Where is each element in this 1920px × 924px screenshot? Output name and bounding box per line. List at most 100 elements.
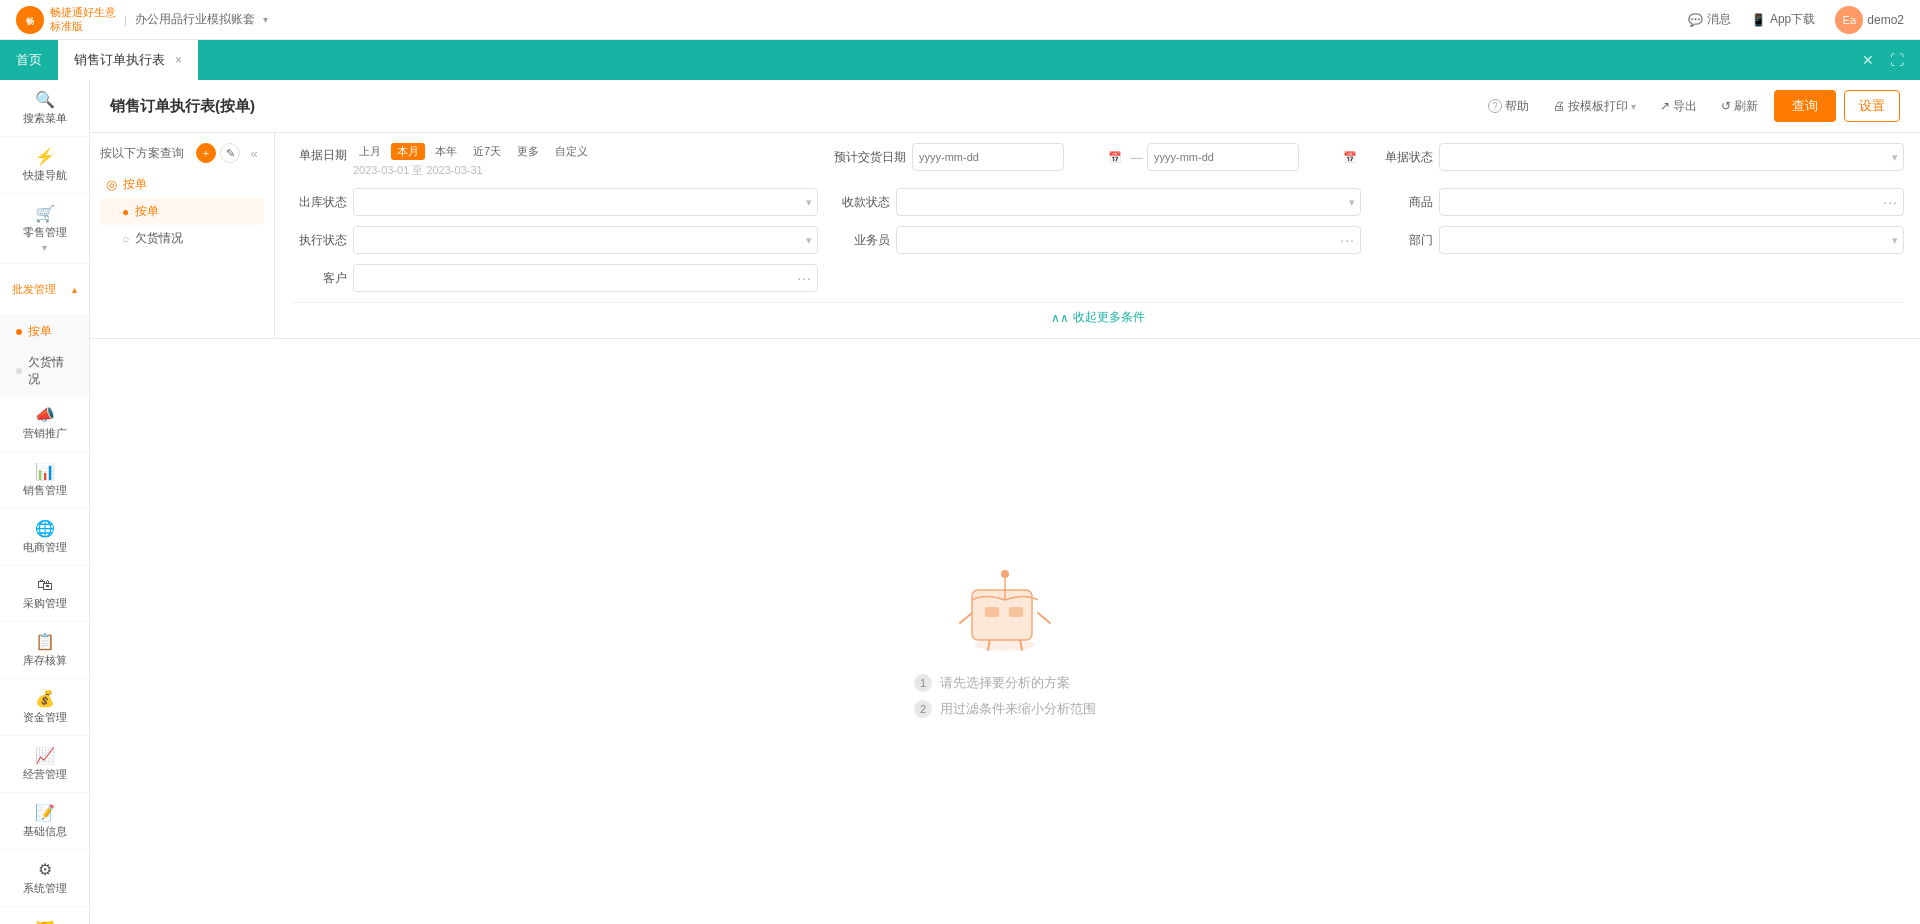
nav-item-quick-nav[interactable]: ⚡ 快捷导航 [0, 137, 89, 194]
tag-last-month[interactable]: 上月 [353, 143, 387, 160]
scheme-item-byorder[interactable]: ◎ 按单 [100, 171, 264, 198]
logo-area: 畅 畅捷通好生意 标准版 [16, 6, 116, 34]
collection-status-dropdown-icon[interactable]: ▾ [1349, 196, 1355, 209]
nav-item-finance[interactable]: 💰 资金管理 [0, 679, 89, 736]
nav-basic-info-label: 基础信息 [23, 824, 67, 839]
department-label: 部门 [1377, 232, 1433, 249]
order-status-dropdown-icon[interactable]: ▾ [1892, 151, 1898, 164]
refresh-button[interactable]: ↺ 刷新 [1713, 94, 1766, 119]
exec-status-dropdown-icon[interactable]: ▾ [806, 234, 812, 247]
expected-date-end[interactable] [1147, 143, 1299, 171]
delivery-status-wrap: ▾ [353, 188, 818, 216]
page-title-bar: 销售订单执行表(按单) ? 帮助 🖨 按模板打印 ▾ ↗ 导出 ↺ 刷新 [90, 80, 1920, 133]
empty-hints: 1 请先选择要分析的方案 2 用过滤条件来缩小分析范围 [914, 674, 1096, 718]
hint-num-1: 1 [914, 674, 932, 692]
goods-label: 商品 [1377, 194, 1433, 211]
retail-icon: 🛒 [35, 204, 55, 223]
setup-button[interactable]: 设置 [1844, 90, 1900, 122]
export-button[interactable]: ↗ 导出 [1652, 94, 1705, 119]
enterprise-icon: 🤝 [35, 917, 55, 924]
scheme-add-btn[interactable]: + [196, 143, 216, 163]
header-left: 畅 畅捷通好生意 标准版 | 办公用品行业模拟账套 ▾ [16, 6, 268, 34]
nav-sub-byorder[interactable]: 按单 [0, 316, 89, 347]
exec-status-label: 执行状态 [291, 232, 347, 249]
tag-last-7days[interactable]: 近7天 [467, 143, 507, 160]
customer-input[interactable] [353, 264, 818, 292]
nav-item-system[interactable]: ⚙ 系统管理 [0, 850, 89, 907]
template-print-label: 按模板打印 [1568, 98, 1628, 115]
nav-item-search[interactable]: 🔍 搜索菜单 [0, 80, 89, 137]
collection-status-wrap: ▾ [896, 188, 1361, 216]
app-download-label: App下载 [1770, 11, 1815, 28]
breadcrumb-text: 办公用品行业模拟账套 [135, 11, 255, 28]
department-dropdown-icon[interactable]: ▾ [1892, 234, 1898, 247]
tab-maximize-icon[interactable]: ⛶ [1886, 50, 1908, 70]
expected-date-end-cal[interactable]: 📅 [1343, 151, 1357, 164]
breadcrumb-dropdown-icon[interactable]: ▾ [263, 14, 268, 25]
marketing-icon: 📣 [35, 405, 55, 424]
collection-status-input[interactable] [896, 188, 1361, 216]
refresh-icon: ↺ [1721, 99, 1731, 113]
nav-sub-owe[interactable]: 欠货情况 [0, 347, 89, 395]
salesperson-input[interactable] [896, 226, 1361, 254]
template-print-button[interactable]: 🖨 按模板打印 ▾ [1545, 94, 1644, 119]
template-print-dropdown-icon[interactable]: ▾ [1631, 101, 1636, 112]
collapse-more-btn[interactable]: ∧∧ 收起更多条件 [291, 302, 1904, 328]
tag-this-year[interactable]: 本年 [429, 143, 463, 160]
user-area[interactable]: Ea demo2 [1835, 6, 1904, 34]
exec-status-input[interactable] [353, 226, 818, 254]
empty-state: 1 请先选择要分析的方案 2 用过滤条件来缩小分析范围 [914, 545, 1096, 718]
nav-search-label: 搜索菜单 [23, 111, 67, 126]
scheme-panel: 按以下方案查询 + ✎ « ◎ 按单 ● 按单 [90, 133, 275, 338]
nav-item-sales-mgmt[interactable]: 📊 销售管理 [0, 452, 89, 509]
salesperson-dots-icon[interactable]: ··· [1340, 232, 1355, 248]
delivery-status-input[interactable] [353, 188, 818, 216]
scheme-sub-byorder-icon: ● [122, 205, 129, 219]
expected-start-wrap: 📅 [912, 143, 1126, 171]
svg-point-2 [975, 639, 1035, 651]
tag-this-month[interactable]: 本月 [391, 143, 425, 160]
expected-date-start[interactable] [912, 143, 1064, 171]
system-icon: ⚙ [38, 860, 52, 879]
goods-dots-icon[interactable]: ··· [1883, 194, 1898, 210]
expected-date-start-cal[interactable]: 📅 [1108, 151, 1122, 164]
order-status-input[interactable] [1439, 143, 1904, 171]
tab-sales-order-exec[interactable]: 销售订单执行表 × [58, 40, 198, 80]
goods-input[interactable] [1439, 188, 1904, 216]
scheme-byorder-icon: ◎ [106, 177, 117, 192]
app-download-action[interactable]: 📱 App下载 [1751, 11, 1815, 28]
department-input[interactable] [1439, 226, 1904, 254]
scheme-sub-item-owe[interactable]: ○ 欠货情况 [100, 225, 264, 252]
svg-line-10 [1038, 613, 1050, 623]
owe-dot [16, 368, 22, 374]
nav-item-marketing[interactable]: 📣 营销推广 [0, 395, 89, 452]
tab-close-window-icon[interactable]: ✕ [1858, 50, 1878, 70]
customer-dots-icon[interactable]: ··· [797, 270, 812, 286]
nav-item-basic-info[interactable]: 📝 基础信息 [0, 793, 89, 850]
nav-item-inventory[interactable]: 📋 库存核算 [0, 622, 89, 679]
scheme-sub-item-byorder[interactable]: ● 按单 [100, 198, 264, 225]
expected-date-field: 预计交货日期 📅 — 📅 [834, 143, 1361, 171]
nav-item-purchase[interactable]: 🛍 采购管理 [0, 566, 89, 622]
nav-item-operations[interactable]: 📈 经营管理 [0, 736, 89, 793]
nav-inventory-label: 库存核算 [23, 653, 67, 668]
nav-item-ecommerce[interactable]: 🌐 电商管理 [0, 509, 89, 566]
finance-icon: 💰 [35, 689, 55, 708]
scheme-collapse-btn[interactable]: « [244, 143, 264, 163]
nav-item-retail[interactable]: 🛒 零售管理 ▾ [0, 194, 89, 264]
order-status-label: 单据状态 [1377, 149, 1433, 166]
query-button[interactable]: 查询 [1774, 90, 1836, 122]
delivery-status-dropdown-icon[interactable]: ▾ [806, 196, 812, 209]
tab-home[interactable]: 首页 [0, 40, 58, 80]
ecommerce-icon: 🌐 [35, 519, 55, 538]
tag-custom[interactable]: 自定义 [549, 143, 594, 160]
help-button[interactable]: ? 帮助 [1480, 94, 1537, 119]
date-sep-1: — [1130, 150, 1143, 165]
tag-more[interactable]: 更多 [511, 143, 545, 160]
tab-close-icon[interactable]: × [175, 53, 182, 67]
nav-item-enterprise[interactable]: 🤝 企业协同 [0, 907, 89, 924]
collection-status-label: 收款状态 [834, 194, 890, 211]
nav-item-wholesale[interactable]: 批发管理 ▴ [0, 264, 89, 316]
message-action[interactable]: 💬 消息 [1688, 11, 1731, 28]
scheme-edit-btn[interactable]: ✎ [220, 143, 240, 163]
